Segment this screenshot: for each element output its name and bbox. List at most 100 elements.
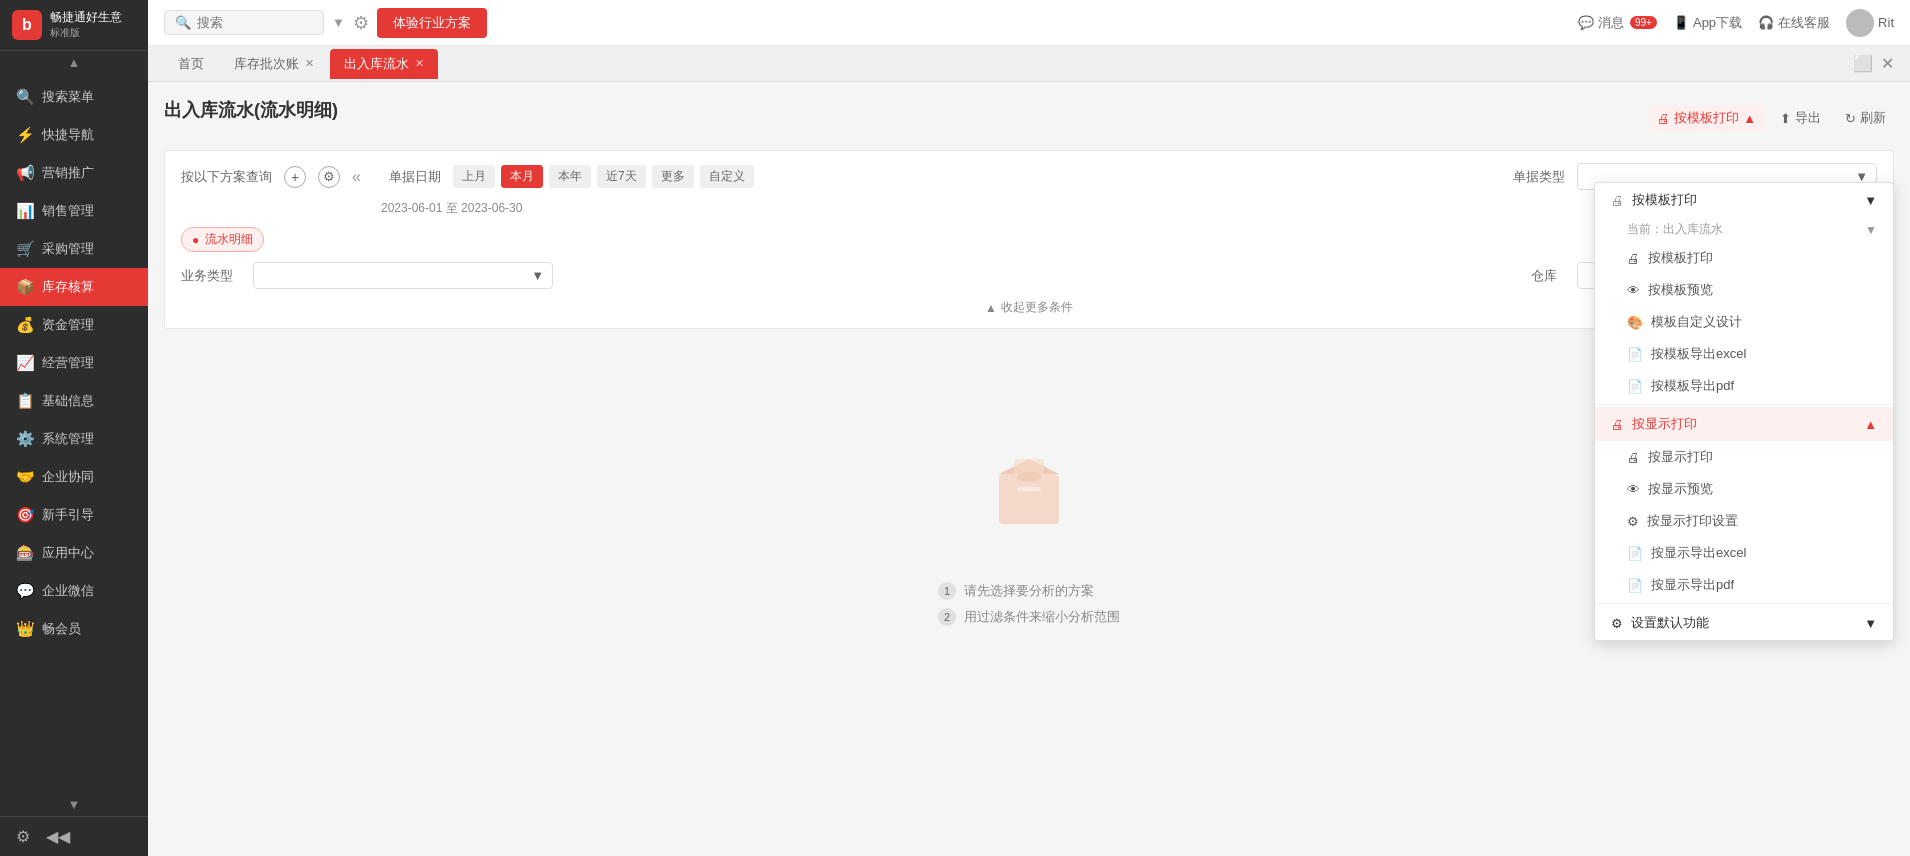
sidebar-item-guide[interactable]: 🎯 新手引导 — [0, 496, 148, 534]
tab-batch-account[interactable]: 库存批次账 ✕ — [220, 49, 328, 79]
display-preview-item[interactable]: 👁 按显示预览 — [1595, 473, 1893, 505]
sidebar-item-search[interactable]: 🔍 搜索菜单 — [0, 78, 148, 116]
sidebar-member-label: 畅会员 — [42, 620, 81, 638]
settings-bottom-icon[interactable]: ⚙ — [16, 827, 30, 846]
date-btn-last-month[interactable]: 上月 — [453, 165, 495, 188]
sidebar-item-inventory[interactable]: 📦 库存核算 — [0, 268, 148, 306]
tab-batch-account-close[interactable]: ✕ — [305, 57, 314, 70]
industry-solution-button[interactable]: 体验行业方案 — [377, 8, 487, 38]
step-1-number: 1 — [938, 582, 956, 600]
step-2-text: 用过滤条件来缩小分析范围 — [964, 608, 1120, 626]
user-avatar — [1846, 9, 1874, 37]
sidebar-quick-nav-label: 快捷导航 — [42, 126, 94, 144]
basic-info-icon: 📋 — [16, 392, 34, 410]
display-excel-item[interactable]: 📄 按显示导出excel — [1595, 537, 1893, 569]
app-download-btn[interactable]: 📱 App下载 — [1673, 14, 1742, 32]
message-btn[interactable]: 💬 消息 99+ — [1578, 14, 1657, 32]
sidebar-item-wechat[interactable]: 💬 企业微信 — [0, 572, 148, 610]
sidebar-sales-label: 销售管理 — [42, 202, 94, 220]
sidebar-purchase-label: 采购管理 — [42, 240, 94, 258]
current-prefix: 当前： — [1627, 221, 1663, 238]
app-center-icon: 🎰 — [16, 544, 34, 562]
sidebar-item-system[interactable]: ⚙️ 系统管理 — [0, 420, 148, 458]
sidebar-nav: 🔍 搜索菜单 ⚡ 快捷导航 📢 营销推广 📊 销售管理 🛒 采购管理 📦 库存核… — [0, 74, 148, 793]
filter-search-label: 按以下方案查询 — [181, 168, 272, 186]
tab-inventory-flow-close[interactable]: ✕ — [415, 57, 424, 70]
sidebar-operations-label: 经营管理 — [42, 354, 94, 372]
sidebar-item-marketing[interactable]: 📢 营销推广 — [0, 154, 148, 192]
sidebar-item-purchase[interactable]: 🛒 采购管理 — [0, 230, 148, 268]
display-pdf-label: 按显示导出pdf — [1651, 576, 1734, 594]
display-pdf-item[interactable]: 📄 按显示导出pdf — [1595, 569, 1893, 601]
date-btn-this-month[interactable]: 本月 — [501, 165, 543, 188]
print-dropdown-toggle-icon[interactable]: ▲ — [1743, 111, 1756, 126]
tab-home-label: 首页 — [178, 55, 204, 73]
template-preview-item[interactable]: 👁 按模板预览 — [1595, 274, 1893, 306]
online-support-btn[interactable]: 🎧 在线客服 — [1758, 14, 1830, 32]
user-avatar-area[interactable]: Rit — [1846, 9, 1894, 37]
member-icon: 👑 — [16, 620, 34, 638]
sidebar-item-operations[interactable]: 📈 经营管理 — [0, 344, 148, 382]
sidebar-item-finance[interactable]: 💰 资金管理 — [0, 306, 148, 344]
date-btn-more[interactable]: 更多 — [652, 165, 694, 188]
step-2-number: 2 — [938, 608, 956, 626]
export-icon: ⬆ — [1780, 111, 1791, 126]
template-pdf-label: 按模板导出pdf — [1651, 377, 1734, 395]
display-preview-label: 按显示预览 — [1648, 480, 1713, 498]
sidebar: b 畅捷通好生意 标准版 ▲ 🔍 搜索菜单 ⚡ 快捷导航 📢 营销推广 📊 销售… — [0, 0, 148, 856]
print-bottom-divider — [1595, 603, 1893, 604]
print-template-button[interactable]: 🖨 按模板打印 ▲ — [1649, 105, 1764, 131]
flow-detail-chip: ● 流水明细 — [181, 227, 264, 252]
export-button[interactable]: ⬆ 导出 — [1772, 105, 1829, 131]
chevron-up-icon: ▲ — [985, 301, 997, 315]
display-print-item[interactable]: 🖨 按显示打印 — [1595, 441, 1893, 473]
sidebar-system-label: 系统管理 — [42, 430, 94, 448]
export-label: 导出 — [1795, 109, 1821, 127]
tab-home[interactable]: 首页 — [164, 49, 218, 79]
sidebar-item-member[interactable]: 👑 畅会员 — [0, 610, 148, 648]
template-print-icon: 🖨 — [1627, 251, 1640, 266]
sidebar-item-basic-info[interactable]: 📋 基础信息 — [0, 382, 148, 420]
tabbar-right: ⬜ ✕ — [1853, 54, 1894, 73]
search-input[interactable] — [197, 15, 297, 30]
date-filter-label: 单据日期 — [389, 168, 441, 186]
collapse-sidebar-icon[interactable]: ◀◀ — [46, 827, 70, 846]
topbar-dropdown-icon[interactable]: ▼ — [332, 15, 345, 30]
sidebar-scroll-up[interactable]: ▲ — [0, 51, 148, 74]
template-excel-item[interactable]: 📄 按模板导出excel — [1595, 338, 1893, 370]
sidebar-item-sales[interactable]: 📊 销售管理 — [0, 192, 148, 230]
template-print-item[interactable]: 🖨 按模板打印 — [1595, 242, 1893, 274]
template-custom-item[interactable]: 🎨 模板自定义设计 — [1595, 306, 1893, 338]
date-btn-7days[interactable]: 近7天 — [597, 165, 646, 188]
sidebar-item-enterprise[interactable]: 🤝 企业协同 — [0, 458, 148, 496]
sidebar-finance-label: 资金管理 — [42, 316, 94, 334]
operations-icon: 📈 — [16, 354, 34, 372]
template-print-section-header[interactable]: 🖨 按模板打印 ▼ — [1595, 183, 1893, 217]
sidebar-scroll-down[interactable]: ▼ — [0, 793, 148, 816]
business-type-select[interactable]: ▼ — [253, 262, 553, 289]
filter-add-button[interactable]: + — [284, 166, 306, 188]
template-pdf-item[interactable]: 📄 按模板导出pdf — [1595, 370, 1893, 402]
display-settings-item[interactable]: ⚙ 按显示打印设置 — [1595, 505, 1893, 537]
sidebar-item-app-center[interactable]: 🎰 应用中心 — [0, 534, 148, 572]
topbar-settings-icon[interactable]: ⚙ — [353, 12, 369, 34]
filter-collapse-button[interactable]: « — [352, 168, 361, 186]
message-icon: 💬 — [1578, 15, 1594, 30]
restore-window-icon[interactable]: ⬜ — [1853, 54, 1873, 73]
close-window-icon[interactable]: ✕ — [1881, 54, 1894, 73]
sidebar-item-quick-nav[interactable]: ⚡ 快捷导航 — [0, 116, 148, 154]
display-print-section-header[interactable]: 🖨 按显示打印 ▲ — [1595, 407, 1893, 441]
date-btn-this-year[interactable]: 本年 — [549, 165, 591, 188]
refresh-button[interactable]: ↻ 刷新 — [1837, 105, 1894, 131]
flow-detail-chip-icon: ● — [192, 233, 199, 247]
set-default-section[interactable]: ⚙ 设置默认功能 ▼ — [1595, 606, 1893, 640]
tab-inventory-flow[interactable]: 出入库流水 ✕ — [330, 49, 438, 79]
set-default-arrow-icon: ▼ — [1864, 616, 1877, 631]
message-label: 消息 — [1598, 14, 1624, 32]
topbar-left: 🔍 ▼ ⚙ 体验行业方案 — [164, 8, 1570, 38]
global-search[interactable]: 🔍 — [164, 10, 324, 35]
template-custom-icon: 🎨 — [1627, 315, 1643, 330]
filter-settings-button[interactable]: ⚙ — [318, 166, 340, 188]
date-buttons: 上月 本月 本年 近7天 更多 自定义 — [453, 165, 754, 188]
date-btn-custom[interactable]: 自定义 — [700, 165, 754, 188]
